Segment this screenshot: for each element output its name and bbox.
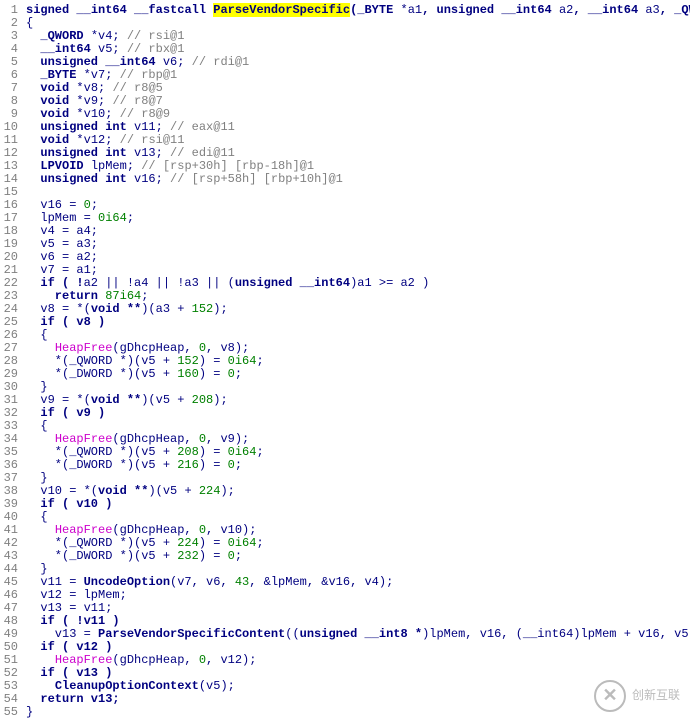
code-line: v9 = *(void **)(v5 + 208);	[26, 394, 690, 407]
line-gutter: 1 2 3 4 5 6 7 8 9 10 11 12 13 14 15 16 1…	[0, 4, 26, 719]
code-line: *(_DWORD *)(v5 + 160) = 0;	[26, 368, 690, 381]
ln: 55	[0, 706, 18, 719]
code-line: if ( v8 )	[26, 316, 690, 329]
code-viewer: 1 2 3 4 5 6 7 8 9 10 11 12 13 14 15 16 1…	[0, 0, 690, 723]
code-line: CleanupOptionContext(v5);	[26, 680, 690, 693]
code-lines: signed __int64 __fastcall ParseVendorSpe…	[26, 4, 690, 719]
code-line: v8 = *(void **)(a3 + 152);	[26, 303, 690, 316]
watermark-logo-icon: ✕	[594, 680, 626, 712]
watermark-right: ✕ 创新互联	[594, 680, 680, 712]
code-line: *(_DWORD *)(v5 + 232) = 0;	[26, 550, 690, 563]
code-line: v4 = a4;	[26, 225, 690, 238]
code-line: if ( v10 )	[26, 498, 690, 511]
code-line	[26, 186, 690, 199]
highlighted-fn: ParseVendorSpecific	[213, 3, 350, 17]
code-line: signed __int64 __fastcall ParseVendorSpe…	[26, 4, 690, 17]
code-line: HeapFree(gDhcpHeap, 0, v12);	[26, 654, 690, 667]
code-line: unsigned int v16; // [rsp+58h] [rbp+10h]…	[26, 173, 690, 186]
code-line: return v13;	[26, 693, 690, 706]
code-line: *(_DWORD *)(v5 + 216) = 0;	[26, 459, 690, 472]
code-line: lpMem = 0i64;	[26, 212, 690, 225]
code-line: v5 = a3;	[26, 238, 690, 251]
code-line: if ( v9 )	[26, 407, 690, 420]
code-line: v10 = *(void **)(v5 + 224);	[26, 485, 690, 498]
code-line: v13 = v11;	[26, 602, 690, 615]
code-line: v13 = ParseVendorSpecificContent((unsign…	[26, 628, 690, 641]
code-line: v12 = lpMem;	[26, 589, 690, 602]
code-line: v6 = a2;	[26, 251, 690, 264]
code-line: }	[26, 706, 690, 719]
